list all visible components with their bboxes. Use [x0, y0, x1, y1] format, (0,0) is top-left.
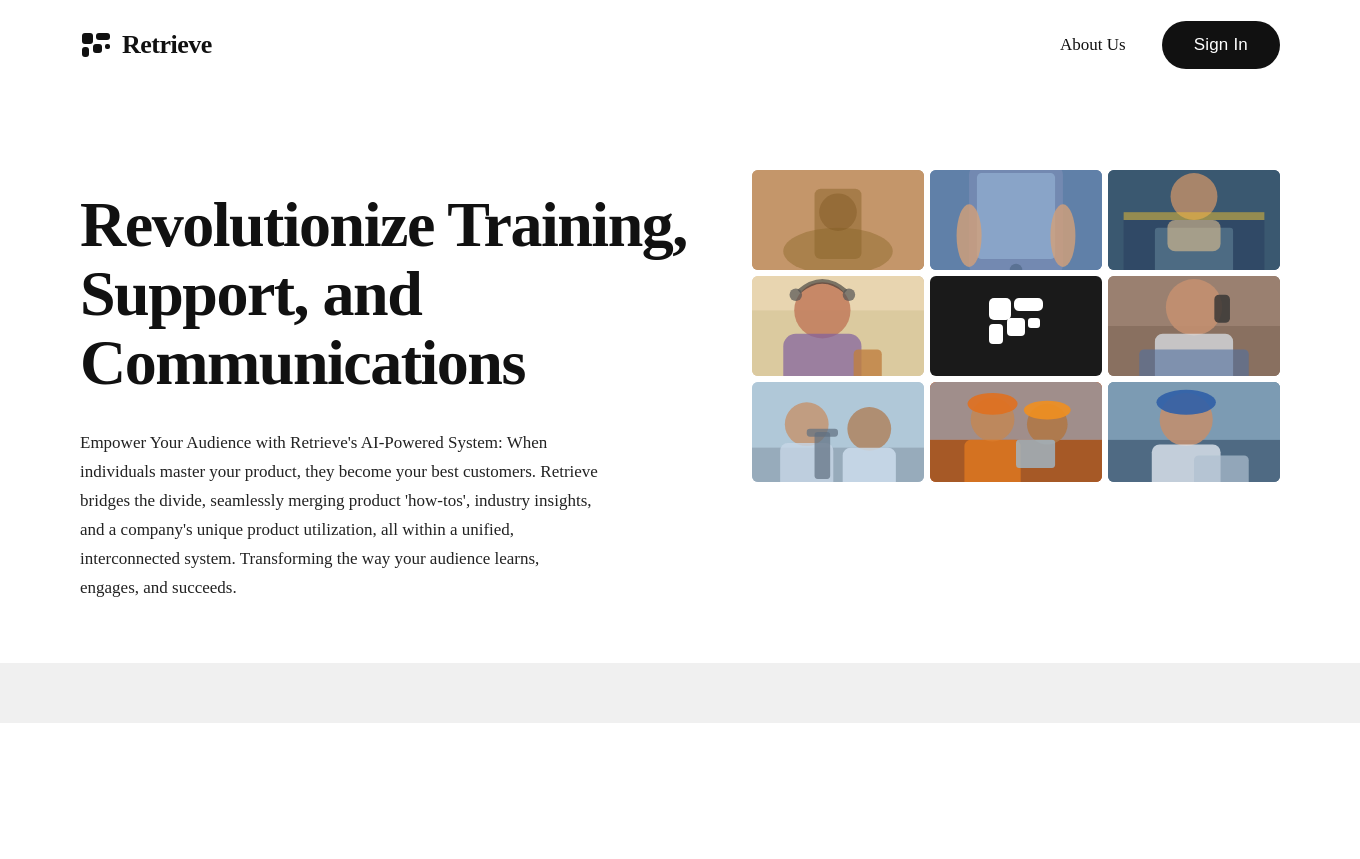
svg-rect-45 — [843, 448, 896, 482]
svg-rect-5 — [752, 170, 924, 270]
svg-point-54 — [1027, 404, 1068, 445]
svg-point-36 — [1166, 279, 1222, 335]
nav-actions: About Us Sign In — [1060, 21, 1280, 69]
svg-rect-39 — [1139, 349, 1248, 376]
svg-rect-25 — [854, 349, 882, 376]
svg-point-27 — [843, 288, 856, 301]
svg-rect-40 — [752, 382, 924, 482]
svg-rect-20 — [1124, 212, 1265, 220]
svg-rect-32 — [1007, 318, 1025, 336]
sign-in-button[interactable]: Sign In — [1162, 21, 1280, 69]
svg-rect-43 — [780, 443, 833, 482]
svg-rect-21 — [752, 276, 924, 376]
svg-rect-31 — [989, 324, 1003, 344]
svg-point-55 — [1024, 401, 1071, 420]
svg-point-14 — [1050, 204, 1075, 267]
about-us-link[interactable]: About Us — [1060, 35, 1126, 55]
svg-point-23 — [794, 282, 850, 338]
svg-rect-46 — [815, 432, 831, 479]
svg-rect-24 — [783, 334, 861, 376]
svg-point-13 — [957, 204, 982, 267]
svg-rect-53 — [964, 440, 1020, 482]
navbar: Retrieve About Us Sign In — [0, 0, 1360, 90]
svg-rect-48 — [930, 382, 1102, 482]
svg-rect-17 — [1155, 228, 1233, 270]
grid-image-2 — [930, 170, 1102, 270]
svg-rect-58 — [1108, 440, 1280, 482]
svg-rect-16 — [1124, 220, 1265, 270]
svg-rect-29 — [989, 298, 1011, 320]
svg-point-61 — [1156, 390, 1215, 415]
svg-point-18 — [1171, 173, 1218, 220]
svg-rect-35 — [1108, 326, 1280, 376]
svg-rect-38 — [1214, 295, 1230, 323]
svg-rect-47 — [807, 429, 838, 437]
grid-image-7 — [752, 382, 924, 482]
svg-rect-28 — [961, 276, 1071, 376]
svg-rect-30 — [1014, 298, 1043, 311]
hero-image-grid — [752, 170, 1280, 482]
svg-rect-37 — [1155, 334, 1233, 376]
svg-rect-4 — [105, 44, 110, 49]
svg-rect-50 — [930, 382, 1102, 440]
svg-rect-63 — [1194, 455, 1249, 482]
logo-icon — [80, 29, 112, 61]
svg-rect-15 — [1108, 170, 1280, 270]
svg-point-8 — [819, 193, 857, 231]
svg-rect-2 — [82, 47, 89, 57]
svg-rect-33 — [1028, 318, 1040, 328]
svg-rect-3 — [93, 44, 102, 53]
svg-point-6 — [783, 228, 892, 270]
grid-image-3 — [1108, 170, 1280, 270]
svg-rect-57 — [1108, 382, 1280, 482]
footer-band — [0, 663, 1360, 723]
svg-rect-34 — [1108, 276, 1280, 376]
svg-point-12 — [1010, 264, 1023, 270]
svg-rect-22 — [752, 310, 924, 376]
svg-point-42 — [785, 402, 829, 446]
svg-rect-41 — [752, 448, 924, 482]
logo-text: Retrieve — [122, 30, 212, 60]
grid-image-1 — [752, 170, 924, 270]
svg-rect-11 — [977, 173, 1055, 259]
svg-point-44 — [847, 407, 891, 451]
svg-rect-0 — [82, 33, 93, 44]
hero-section: Revolutionize Training, Support, and Com… — [0, 90, 1360, 663]
svg-point-26 — [790, 288, 803, 301]
svg-rect-59 — [1108, 382, 1280, 440]
grid-image-4 — [752, 276, 924, 376]
hero-description: Empower Your Audience with Retrieve's AI… — [80, 429, 600, 602]
logo-link[interactable]: Retrieve — [80, 29, 212, 61]
svg-rect-10 — [969, 170, 1063, 270]
svg-rect-7 — [815, 189, 862, 259]
svg-rect-62 — [1152, 445, 1221, 482]
grid-image-center-logo — [930, 276, 1102, 376]
grid-image-6 — [1108, 276, 1280, 376]
svg-rect-9 — [930, 170, 1102, 270]
hero-content: Revolutionize Training, Support, and Com… — [80, 170, 704, 603]
grid-image-9 — [1108, 382, 1280, 482]
svg-point-52 — [968, 393, 1018, 415]
svg-rect-19 — [1167, 220, 1220, 251]
svg-point-51 — [971, 398, 1015, 442]
grid-image-8 — [930, 382, 1102, 482]
svg-point-60 — [1160, 393, 1213, 446]
svg-rect-49 — [930, 440, 1102, 482]
hero-title: Revolutionize Training, Support, and Com… — [80, 190, 704, 397]
svg-rect-1 — [96, 33, 110, 40]
svg-rect-56 — [1016, 440, 1055, 468]
